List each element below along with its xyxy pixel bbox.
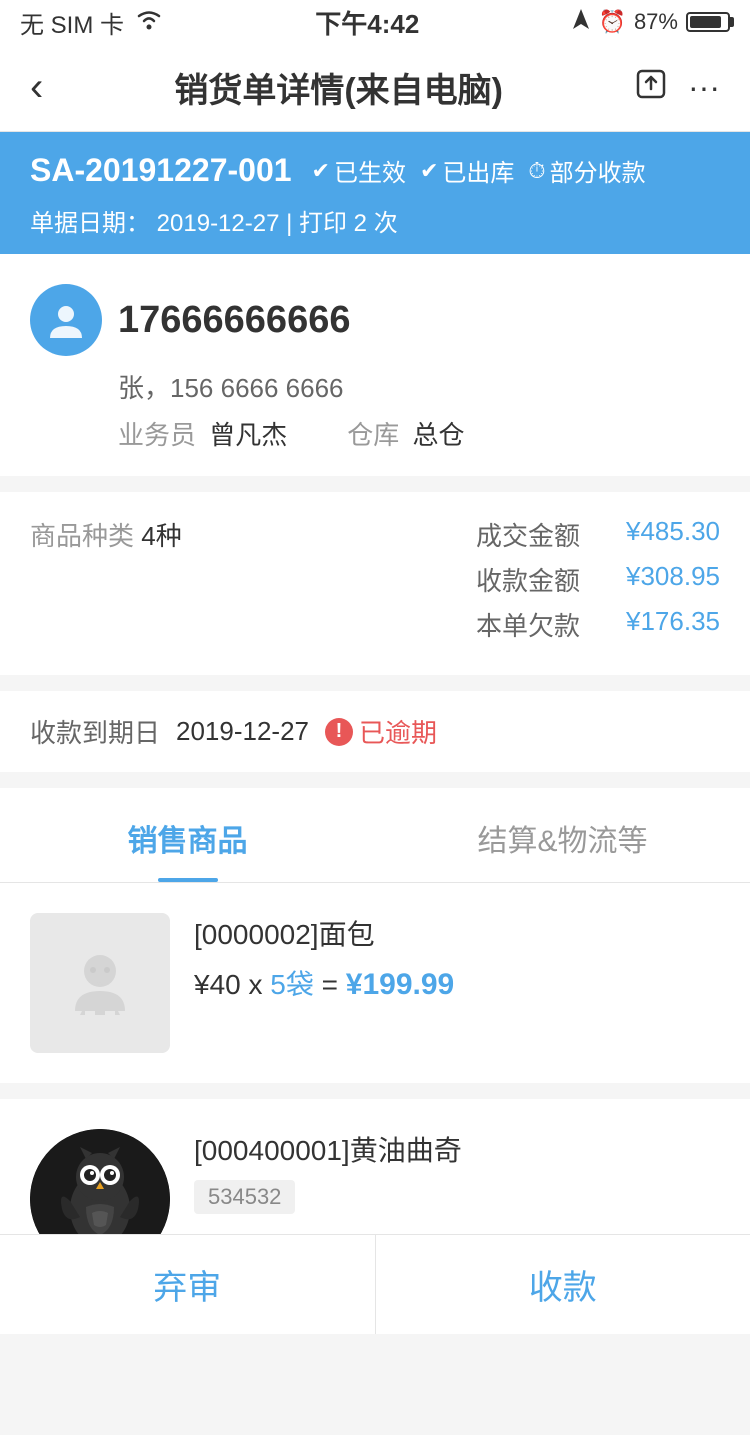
date-label: 单据日期： — [30, 210, 150, 237]
sales-rep-field: 业务员 曾凡杰 — [118, 415, 287, 452]
due-date-label: 收款到期日 — [30, 713, 160, 750]
banner-top-row: SA-20191227-001 ✔ 已生效 ✔ 已出库 ⏱ 部分收款 — [30, 152, 720, 189]
nav-actions: ··· — [634, 67, 720, 109]
tabs-container: 销售商品 结算&物流等 — [0, 788, 750, 883]
customer-section: 17666666666 张，156 6666 6666 业务员 曾凡杰 仓库 总… — [0, 254, 750, 476]
sales-rep-label: 业务员 — [118, 420, 196, 450]
status-time: 下午4:42 — [315, 4, 419, 41]
status-left: 无 SIM 卡 — [20, 5, 164, 40]
clock-icon: ⏱ — [528, 158, 545, 184]
wifi-icon — [134, 8, 164, 37]
share-button[interactable] — [634, 67, 668, 109]
tab-products[interactable]: 销售商品 — [0, 788, 375, 882]
order-date: 2019-12-27 — [157, 210, 280, 237]
warehouse-label: 仓库 — [347, 420, 399, 450]
more-button[interactable]: ··· — [688, 69, 720, 106]
product-type-count: 4种 — [141, 521, 181, 551]
customer-phone: 17666666666 — [118, 299, 350, 342]
product-type-info: 商品种类 4种 — [30, 516, 182, 553]
product-base-price-1: ¥40 x — [194, 969, 270, 1000]
bottom-bar: 弃审 收款 — [0, 1234, 750, 1334]
product-placeholder-icon — [60, 943, 140, 1023]
due-date-section: 收款到期日 2019-12-27 ! 已逾期 — [0, 691, 750, 772]
warehouse-field: 仓库 总仓 — [347, 415, 464, 452]
status-bar: 无 SIM 卡 下午4:42 ⏰ 87% — [0, 0, 750, 44]
overdue-text: 已逾期 — [359, 713, 437, 750]
nav-bar: ‹ 销货单详情(来自电脑) ··· — [0, 44, 750, 132]
warehouse-value: 总仓 — [413, 420, 465, 450]
battery-indicator — [686, 12, 730, 32]
cancel-button[interactable]: 弃审 — [0, 1235, 376, 1334]
check-icon-1: ✔ — [312, 158, 330, 184]
tab-settlement[interactable]: 结算&物流等 — [375, 788, 750, 882]
deal-amount-label: 成交金额 — [476, 516, 580, 553]
status-badges: ✔ 已生效 ✔ 已出库 ⏱ 部分收款 — [312, 153, 646, 188]
customer-contact-detail: 张，156 6666 6666 — [118, 368, 720, 405]
check-icon-2: ✔ — [420, 158, 438, 184]
product-qty-1: 5袋 — [270, 969, 314, 1000]
status-right: ⏰ 87% — [571, 7, 730, 37]
page-title: 销货单详情(来自电脑) — [174, 63, 503, 112]
owed-amount-row: 本单欠款 ¥176.35 — [476, 606, 720, 643]
product-equals-1: = — [322, 969, 346, 1000]
back-button[interactable]: ‹ — [30, 65, 43, 110]
order-header-banner: SA-20191227-001 ✔ 已生效 ✔ 已出库 ⏱ 部分收款 单据日期：… — [0, 132, 750, 254]
amounts-section: 商品种类 4种 成交金额 ¥485.30 收款金额 ¥308.95 本单欠款 ¥… — [0, 492, 750, 675]
received-amount-label: 收款金额 — [476, 561, 580, 598]
received-amount-value: ¥308.95 — [600, 561, 720, 598]
product-type-label: 商品种类 — [30, 521, 134, 551]
alarm-icon: ⏰ — [599, 9, 626, 35]
customer-top-row: 17666666666 — [30, 284, 720, 356]
product-name-2: [000400001]黄油曲奇 — [194, 1129, 720, 1169]
amounts-right: 成交金额 ¥485.30 收款金额 ¥308.95 本单欠款 ¥176.35 — [476, 516, 720, 651]
carrier-text: 无 SIM 卡 — [20, 5, 124, 40]
battery-percent: 87% — [634, 9, 678, 35]
badge-shipped-text: 已出库 — [442, 153, 514, 188]
received-amount-row: 收款金额 ¥308.95 — [476, 561, 720, 598]
overdue-badge: ! 已逾期 — [325, 713, 437, 750]
order-id: SA-20191227-001 — [30, 152, 292, 189]
product-image-1 — [30, 913, 170, 1053]
customer-avatar — [30, 284, 102, 356]
deal-amount-row: 成交金额 ¥485.30 — [476, 516, 720, 553]
badge-partial-text: 部分收款 — [550, 153, 646, 188]
banner-date-row: 单据日期： 2019-12-27 | 打印 2 次 — [30, 203, 720, 238]
product-info-1: [0000002]面包 ¥40 x 5袋 = ¥199.99 — [194, 913, 720, 1053]
product-name-1: [0000002]面包 — [194, 913, 720, 953]
badge-effective: ✔ 已生效 — [312, 153, 406, 188]
confirm-button[interactable]: 收款 — [376, 1235, 750, 1334]
product-total-1: ¥199.99 — [346, 968, 454, 1001]
overdue-icon: ! — [325, 718, 353, 746]
product-card-1: [0000002]面包 ¥40 x 5袋 = ¥199.99 — [0, 883, 750, 1083]
location-icon — [571, 7, 591, 37]
product-sku-2: 534532 — [194, 1180, 295, 1214]
sales-rep-value: 曾凡杰 — [209, 420, 287, 450]
customer-info-row: 业务员 曾凡杰 仓库 总仓 — [118, 415, 720, 452]
print-info: | 打印 2 次 — [286, 210, 398, 237]
due-date-value: 2019-12-27 — [176, 716, 309, 747]
deal-amount-value: ¥485.30 — [600, 516, 720, 553]
badge-shipped: ✔ 已出库 — [420, 153, 514, 188]
product-price-row-1: ¥40 x 5袋 = ¥199.99 — [194, 963, 720, 1003]
badge-effective-text: 已生效 — [334, 153, 406, 188]
owed-amount-value: ¥176.35 — [600, 606, 720, 643]
owed-amount-label: 本单欠款 — [476, 606, 580, 643]
badge-partial-payment: ⏱ 部分收款 — [528, 153, 645, 188]
